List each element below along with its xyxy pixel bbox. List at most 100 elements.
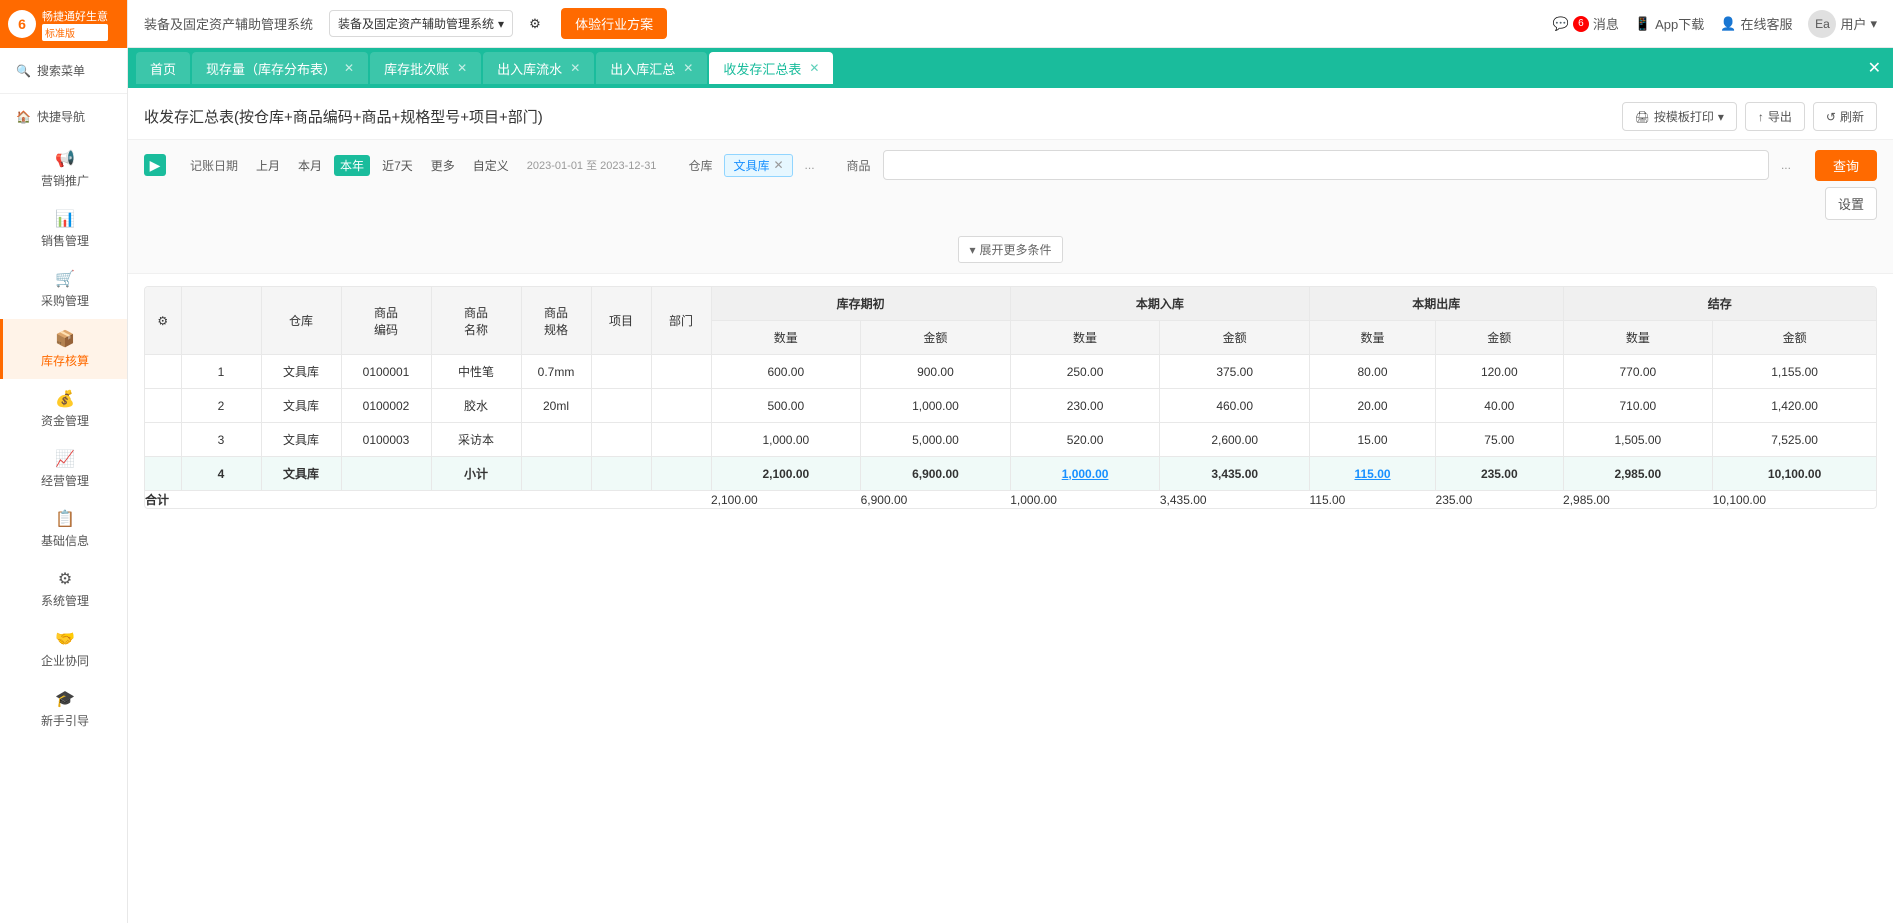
cell-in-qty[interactable]: 1,000.00 xyxy=(1010,457,1160,491)
page-header-actions: 🖨 按模板打印 ▾ ↑ 导出 ↺ 刷新 xyxy=(1622,102,1877,131)
page-title: 收发存汇总表(按仓库+商品编码+商品+规格型号+项目+部门) xyxy=(144,106,543,127)
collapse-arrow[interactable]: ▶ xyxy=(144,150,166,180)
tab-出入库流水[interactable]: 出入库流水✕ xyxy=(483,52,594,84)
app-download-item[interactable]: 📱 App下载 xyxy=(1635,14,1704,33)
topbar-actions: 💬 6 消息 📱 App下载 👤 在线客服 Ea 用户 ▾ xyxy=(1553,10,1877,38)
date-btn-7days[interactable]: 近7天 xyxy=(376,155,419,176)
warehouse-label: 仓库 xyxy=(688,157,712,174)
sidebar-item-销售管理[interactable]: 📊销售管理 xyxy=(0,199,127,259)
sidebar-item-资金管理[interactable]: 💰资金管理 xyxy=(0,379,127,439)
sidebar-item-库存核算[interactable]: 📦库存核算 xyxy=(0,319,127,379)
sidebar-item-新手引导[interactable]: 🎓新手引导 xyxy=(0,679,127,739)
topbar: 装备及固定资产辅助管理系统 装备及固定资产辅助管理系统 ▾ ⚙ 体验行业方案 💬… xyxy=(128,0,1893,48)
data-table: ⚙ 仓库 商品编码 商品名称 商品规格 项目 部门 库存期初 本期入库 本期出 xyxy=(145,287,1876,508)
th-project: 项目 xyxy=(591,287,651,355)
tab-库存批次账[interactable]: 库存批次账✕ xyxy=(370,52,481,84)
table-row: 3文具库0100003采访本1,000.005,000.00520.002,60… xyxy=(145,423,1876,457)
total-out-qty: 115.00 xyxy=(1310,491,1436,509)
sidebar-item-采购管理[interactable]: 🛒采购管理 xyxy=(0,259,127,319)
refresh-button[interactable]: ↺ 刷新 xyxy=(1813,102,1877,131)
cell-name: 中性笔 xyxy=(431,355,521,389)
online-service-item[interactable]: 👤 在线客服 xyxy=(1720,14,1792,33)
tab-close-收发存汇总表[interactable]: ✕ xyxy=(809,61,819,75)
print-button[interactable]: 🖨 按模板打印 ▾ xyxy=(1622,102,1737,131)
user-area[interactable]: Ea 用户 ▾ xyxy=(1808,10,1877,38)
search-menu-button[interactable]: 🔍 搜索菜单 xyxy=(8,56,119,85)
table-container: ⚙ 仓库 商品编码 商品名称 商品规格 项目 部门 库存期初 本期入库 本期出 xyxy=(128,286,1893,525)
tab-现存量（库存分布表）[interactable]: 现存量（库存分布表）✕ xyxy=(192,52,368,84)
system-selector[interactable]: 装备及固定资产辅助管理系统 ▾ xyxy=(329,10,513,37)
th-open-amt: 金额 xyxy=(861,321,1011,355)
cell-project xyxy=(591,355,651,389)
page-header: 收发存汇总表(按仓库+商品编码+商品+规格型号+项目+部门) 🖨 按模板打印 ▾… xyxy=(128,88,1893,140)
goods-input[interactable] xyxy=(883,150,1769,180)
date-btn-this-year[interactable]: 本年 xyxy=(334,155,370,176)
search-icon: 🔍 xyxy=(16,64,31,78)
export-icon: ↑ xyxy=(1758,110,1764,124)
total-open-qty: 2,100.00 xyxy=(711,491,861,509)
th-settings[interactable]: ⚙ xyxy=(145,287,181,355)
notification-badge: 6 xyxy=(1573,16,1589,32)
goods-more-btn[interactable]: ... xyxy=(1781,158,1791,172)
total-open-amt: 6,900.00 xyxy=(861,491,1011,509)
date-btn-last-month[interactable]: 上月 xyxy=(250,155,286,176)
total-end-qty: 2,985.00 xyxy=(1563,491,1713,509)
settings-gear-icon: ⚙ xyxy=(157,314,168,328)
nav-items: 📢营销推广📊销售管理🛒采购管理📦库存核算💰资金管理📈经营管理📋基础信息⚙系统管理… xyxy=(0,139,127,739)
tab-close-库存批次账[interactable]: ✕ xyxy=(457,61,467,75)
warehouse-tag-close[interactable]: ✕ xyxy=(773,158,783,172)
cell-in-amt: 2,600.00 xyxy=(1160,423,1310,457)
date-btn-more[interactable]: 更多 xyxy=(425,155,461,176)
tabbar-close-button[interactable]: ✕ xyxy=(1864,54,1885,82)
experience-button[interactable]: 体验行业方案 xyxy=(561,8,667,39)
tab-首页[interactable]: 首页 xyxy=(136,52,190,84)
query-button[interactable]: 查询 xyxy=(1815,150,1877,181)
quick-nav-button[interactable]: 🏠 快捷导航 xyxy=(8,102,119,131)
cell-spec: 20ml xyxy=(521,389,591,423)
cell-end-qty: 770.00 xyxy=(1563,355,1713,389)
table-row: 4文具库小计2,100.006,900.001,000.003,435.0011… xyxy=(145,457,1876,491)
cell-out-qty[interactable]: 115.00 xyxy=(1310,457,1436,491)
cell-end-qty: 710.00 xyxy=(1563,389,1713,423)
date-label: 记账日期 xyxy=(190,157,238,174)
th-opening: 库存期初 xyxy=(711,287,1010,321)
tab-收发存汇总表[interactable]: 收发存汇总表✕ xyxy=(709,52,833,84)
system-title: 装备及固定资产辅助管理系统 xyxy=(144,14,313,33)
date-btn-custom[interactable]: 自定义 xyxy=(467,155,515,176)
tab-close-出入库汇总[interactable]: ✕ xyxy=(683,61,693,75)
sidebar-item-系统管理[interactable]: ⚙系统管理 xyxy=(0,559,127,619)
tab-close-现存量（库存分布表）[interactable]: ✕ xyxy=(344,61,354,75)
user-chevron-icon: ▾ xyxy=(1870,16,1877,32)
th-out-qty: 数量 xyxy=(1310,321,1436,355)
cell-in-qty: 250.00 xyxy=(1010,355,1160,389)
export-button[interactable]: ↑ 导出 xyxy=(1745,102,1805,131)
settings-icon-btn[interactable]: ⚙ xyxy=(529,16,545,32)
sidebar-item-经营管理[interactable]: 📈经营管理 xyxy=(0,439,127,499)
sidebar-logo: 6 畅捷通好生意 标准版 xyxy=(0,0,127,48)
th-in-qty: 数量 xyxy=(1010,321,1160,355)
cell-open-amt: 900.00 xyxy=(861,355,1011,389)
sidebar-item-营销推广[interactable]: 📢营销推广 xyxy=(0,139,127,199)
warehouse-more-btn[interactable]: ... xyxy=(805,158,815,172)
cell-open-amt: 1,000.00 xyxy=(861,389,1011,423)
notification-label: 消息 xyxy=(1593,14,1619,33)
table-body: 1文具库0100001中性笔0.7mm600.00900.00250.00375… xyxy=(145,355,1876,491)
logo-text: 畅捷通好生意 标准版 xyxy=(42,8,108,41)
avatar: Ea xyxy=(1808,10,1836,38)
cell-spec: 0.7mm xyxy=(521,355,591,389)
home-icon: 🏠 xyxy=(16,110,31,124)
date-btn-this-month[interactable]: 本月 xyxy=(292,155,328,176)
expand-conditions-button[interactable]: ▾ 展开更多条件 xyxy=(958,236,1062,263)
tab-出入库汇总[interactable]: 出入库汇总✕ xyxy=(596,52,707,84)
sidebar-item-基础信息[interactable]: 📋基础信息 xyxy=(0,499,127,559)
page-content: 收发存汇总表(按仓库+商品编码+商品+规格型号+项目+部门) 🖨 按模板打印 ▾… xyxy=(128,88,1893,923)
sidebar-item-企业协同[interactable]: 🤝企业协同 xyxy=(0,619,127,679)
th-name: 商品名称 xyxy=(431,287,521,355)
settings-button[interactable]: 设置 xyxy=(1825,187,1877,220)
th-dept: 部门 xyxy=(651,287,711,355)
tab-close-出入库流水[interactable]: ✕ xyxy=(570,61,580,75)
notification-item[interactable]: 💬 6 消息 xyxy=(1553,14,1619,33)
th-end-qty: 数量 xyxy=(1563,321,1713,355)
cell-out-amt: 40.00 xyxy=(1436,389,1564,423)
cell-out-amt: 120.00 xyxy=(1436,355,1564,389)
